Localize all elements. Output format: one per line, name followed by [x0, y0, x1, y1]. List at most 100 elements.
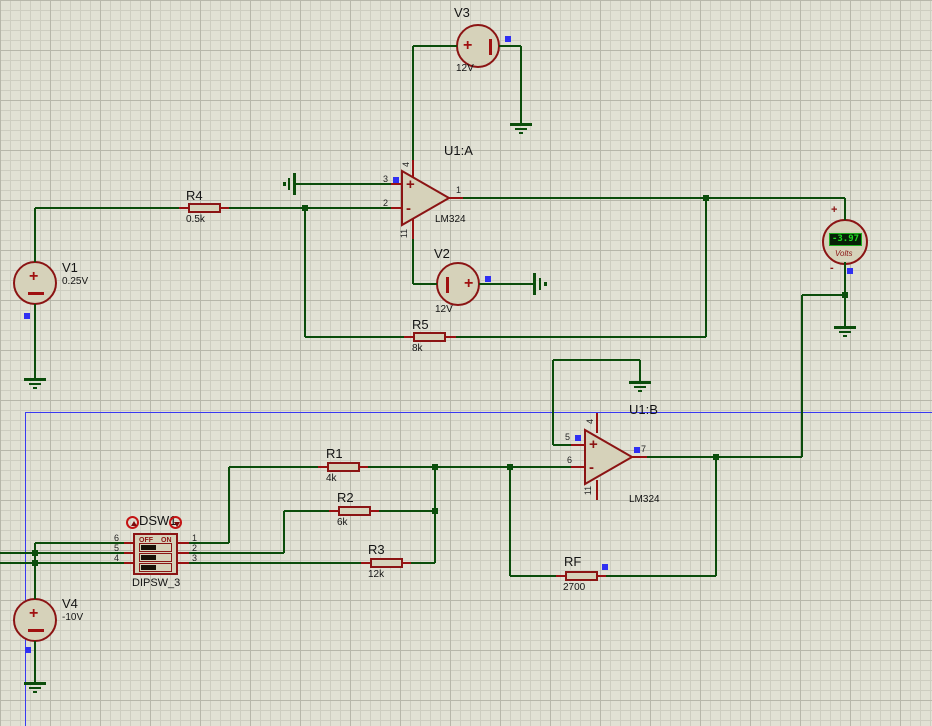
component-ref: V4 — [62, 596, 78, 611]
wire — [509, 467, 511, 576]
resistor-r4[interactable] — [188, 203, 221, 213]
wire — [229, 466, 318, 468]
component-ref: U1:B — [629, 402, 658, 417]
pin-stub — [359, 466, 368, 468]
noninverting-input-sign: + — [406, 176, 415, 193]
wire — [189, 542, 229, 544]
minus-terminal-bar — [446, 277, 449, 293]
component-value: 0.5k — [186, 214, 205, 225]
ground-icon — [24, 682, 46, 685]
resistor-rf[interactable] — [565, 571, 598, 581]
wire — [510, 575, 556, 577]
pin-stub — [404, 336, 413, 338]
pin-number: 5 — [565, 432, 571, 442]
terminal-marker — [847, 268, 853, 274]
plus-sign: + — [463, 37, 473, 54]
component-ref: U1:A — [444, 143, 473, 158]
dip-actuator-down-button[interactable] — [169, 516, 182, 529]
pin-stub — [124, 542, 133, 544]
wire — [35, 542, 124, 544]
pin-stub — [177, 552, 189, 554]
junction-dot — [432, 508, 438, 514]
resistor-r1[interactable] — [327, 462, 360, 472]
wire — [379, 510, 435, 512]
terminal-marker — [575, 435, 581, 441]
noninverting-input-sign: + — [589, 436, 598, 453]
wire — [412, 46, 414, 160]
pin-number: 11 — [399, 228, 410, 239]
wire — [802, 294, 845, 296]
component-ref: V1 — [62, 260, 78, 275]
ground-icon — [515, 128, 527, 130]
component-part: LM324 — [629, 494, 660, 505]
dip-switch-2[interactable] — [139, 553, 172, 562]
arrow-up-icon — [131, 521, 137, 526]
source-v3[interactable]: + — [456, 24, 500, 68]
minus-terminal-bar — [28, 292, 44, 295]
pin-stub — [446, 336, 456, 338]
component-value: 2700 — [563, 582, 586, 593]
pin-stub — [412, 160, 414, 177]
ground-icon — [24, 378, 46, 381]
pin-stub — [631, 456, 647, 458]
pin-number: 11 — [583, 485, 594, 496]
junction-dot — [302, 205, 308, 211]
source-v1[interactable]: + — [13, 261, 57, 305]
source-v4[interactable]: + — [13, 598, 57, 642]
meter-minus-label: - — [830, 262, 834, 274]
dip-actuator-up-button[interactable] — [126, 516, 139, 529]
wire — [0, 562, 124, 564]
component-value: 12k — [368, 569, 385, 580]
dip-switch-3[interactable] — [139, 563, 172, 572]
switch-slider[interactable] — [141, 565, 156, 570]
resistor-r2[interactable] — [338, 506, 371, 516]
terminal-marker — [602, 564, 608, 570]
resistor-r3[interactable] — [370, 558, 403, 568]
ground-icon — [283, 182, 286, 186]
pin-number: 4 — [585, 418, 596, 425]
component-value: 12V — [456, 63, 474, 74]
wire — [553, 444, 571, 446]
junction-dot — [713, 454, 719, 460]
ground-icon — [834, 326, 856, 329]
pin-stub — [179, 207, 188, 209]
pin-number: 1 — [456, 185, 462, 195]
voltmeter[interactable]: -3.97 Volts — [822, 219, 868, 265]
component-ref: R2 — [337, 490, 354, 505]
pin-stub — [412, 219, 414, 239]
plus-sign: + — [464, 275, 474, 292]
component-value: 8k — [412, 343, 423, 354]
plus-sign: + — [29, 268, 39, 285]
wire — [189, 552, 284, 554]
wire — [705, 198, 707, 337]
terminal-marker — [24, 313, 30, 319]
terminal-marker — [505, 36, 511, 42]
pin-stub — [571, 466, 585, 468]
resistor-r5[interactable] — [413, 332, 446, 342]
source-v2[interactable]: + — [436, 262, 480, 306]
ground-icon — [629, 381, 651, 384]
wire — [34, 208, 36, 262]
dip-switch-1[interactable] — [139, 543, 172, 552]
wire — [413, 45, 457, 47]
pin-stub — [402, 562, 411, 564]
pin-stub — [571, 444, 585, 446]
wire — [0, 552, 124, 554]
junction-dot — [507, 464, 513, 470]
wire — [647, 456, 802, 458]
junction-dot — [703, 195, 709, 201]
pin-stub — [329, 510, 338, 512]
ground-icon — [519, 132, 523, 134]
pin-stub — [596, 480, 598, 500]
pin-number: 7 — [641, 444, 647, 454]
pin-stub — [556, 575, 565, 577]
pin-stub — [449, 197, 463, 199]
wire — [639, 360, 641, 381]
switch-slider[interactable] — [141, 545, 156, 550]
pin-stub — [596, 575, 606, 577]
pin-stub — [124, 552, 133, 554]
wire — [456, 336, 706, 338]
component-value: -10V — [62, 612, 84, 623]
switch-slider[interactable] — [141, 555, 156, 560]
dip-switch-dsw1[interactable]: OFF ON — [133, 533, 178, 575]
